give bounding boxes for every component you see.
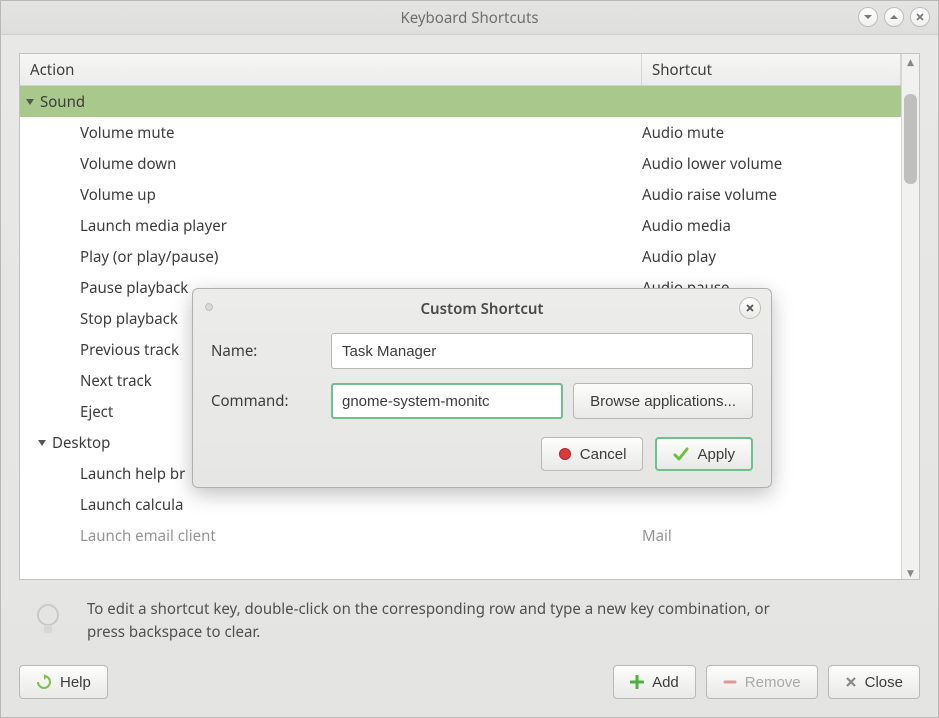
command-input[interactable] bbox=[331, 383, 563, 419]
dialog-title: Custom Shortcut bbox=[420, 299, 543, 319]
dialog-indicator-icon bbox=[205, 303, 213, 311]
action-cell: Play (or play/pause) bbox=[20, 247, 642, 267]
close-button[interactable] bbox=[910, 7, 930, 27]
browse-applications-button[interactable]: Browse applications... bbox=[573, 383, 753, 419]
action-cell: Volume down bbox=[20, 154, 642, 174]
check-icon bbox=[673, 446, 689, 462]
column-action[interactable]: Action bbox=[20, 54, 642, 85]
cancel-button[interactable]: Cancel bbox=[541, 437, 644, 471]
action-cell: Volume mute bbox=[20, 123, 642, 143]
refresh-icon bbox=[36, 674, 52, 690]
column-shortcut[interactable]: Shortcut bbox=[642, 54, 901, 85]
minus-icon bbox=[723, 675, 737, 689]
scrollbar[interactable]: ▲ ▼ bbox=[901, 54, 919, 579]
maximize-button[interactable] bbox=[884, 7, 904, 27]
category-label: Desktop bbox=[52, 433, 110, 453]
table-row[interactable]: Volume mute Audio mute bbox=[20, 117, 901, 148]
scrollbar-thumb[interactable] bbox=[904, 94, 917, 184]
shortcut-cell: Audio media bbox=[642, 216, 901, 236]
close-label: Close bbox=[865, 674, 903, 691]
table-row[interactable]: Launch email client Mail bbox=[20, 520, 901, 551]
apply-button[interactable]: Apply bbox=[655, 437, 753, 471]
table-row[interactable]: Volume down Audio lower volume bbox=[20, 148, 901, 179]
category-sound[interactable]: Sound bbox=[20, 86, 901, 117]
table-row[interactable]: Play (or play/pause) Audio play bbox=[20, 241, 901, 272]
titlebar: Keyboard Shortcuts bbox=[1, 1, 938, 35]
footer: Help Add Remove Close bbox=[19, 661, 920, 705]
dialog-form: Name: Command: Browse applications... bbox=[193, 329, 771, 419]
help-button[interactable]: Help bbox=[19, 665, 108, 699]
custom-shortcut-dialog: Custom Shortcut Name: Command: Browse ap… bbox=[192, 288, 772, 488]
lightbulb-icon bbox=[31, 599, 65, 643]
command-label: Command: bbox=[211, 391, 321, 411]
cancel-label: Cancel bbox=[580, 446, 627, 463]
apply-label: Apply bbox=[697, 446, 735, 463]
dialog-titlebar: Custom Shortcut bbox=[193, 289, 771, 329]
shortcut-cell: Audio raise volume bbox=[642, 185, 901, 205]
plus-icon bbox=[630, 675, 644, 689]
hint-text: To edit a shortcut key, double-click on … bbox=[87, 598, 807, 643]
chevron-down-icon bbox=[38, 440, 46, 446]
remove-label: Remove bbox=[745, 674, 801, 691]
browse-label: Browse applications... bbox=[590, 393, 736, 410]
category-label: Sound bbox=[40, 92, 85, 112]
scroll-up-icon[interactable]: ▲ bbox=[902, 54, 919, 68]
chevron-down-icon bbox=[26, 99, 34, 105]
hint-bar: To edit a shortcut key, double-click on … bbox=[19, 592, 920, 649]
add-button[interactable]: Add bbox=[613, 665, 696, 699]
table-row[interactable]: Volume up Audio raise volume bbox=[20, 179, 901, 210]
help-label: Help bbox=[60, 674, 91, 691]
action-cell: Launch calcula bbox=[20, 495, 642, 515]
shortcut-cell: Audio mute bbox=[642, 123, 901, 143]
name-label: Name: bbox=[211, 341, 321, 361]
name-input[interactable] bbox=[331, 333, 753, 369]
window-title: Keyboard Shortcuts bbox=[400, 8, 538, 28]
scroll-down-icon[interactable]: ▼ bbox=[902, 565, 919, 579]
minimize-button[interactable] bbox=[858, 7, 878, 27]
shortcut-cell: Audio lower volume bbox=[642, 154, 901, 174]
table-row[interactable]: Launch calcula bbox=[20, 489, 901, 520]
action-cell: Volume up bbox=[20, 185, 642, 205]
window-controls bbox=[858, 7, 930, 27]
shortcut-cell: Audio play bbox=[642, 247, 901, 267]
x-icon bbox=[845, 676, 857, 688]
stop-icon bbox=[558, 447, 572, 461]
shortcut-cell: Mail bbox=[642, 526, 901, 546]
action-cell: Launch email client bbox=[20, 526, 642, 546]
table-header: Action Shortcut bbox=[20, 54, 901, 86]
remove-button: Remove bbox=[706, 665, 818, 699]
table-row[interactable]: Launch media player Audio media bbox=[20, 210, 901, 241]
action-cell: Launch media player bbox=[20, 216, 642, 236]
add-label: Add bbox=[652, 674, 679, 691]
dialog-actions: Cancel Apply bbox=[193, 419, 771, 471]
close-window-button[interactable]: Close bbox=[828, 665, 920, 699]
dialog-close-button[interactable] bbox=[739, 297, 761, 319]
